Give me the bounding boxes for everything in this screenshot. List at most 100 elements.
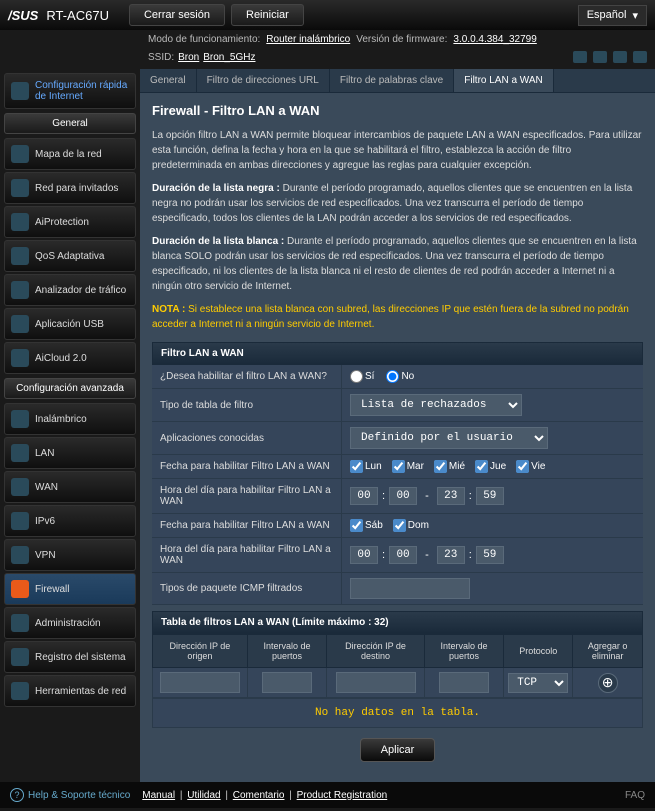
ssid-bar: SSID: Bron Bron_5GHz xyxy=(0,49,655,69)
usb-icon xyxy=(11,315,29,333)
help-support[interactable]: ? Help & Soporte técnico xyxy=(10,788,130,802)
radio-no[interactable]: No xyxy=(386,370,414,383)
footer-links: Manual | Utilidad | Comentario | Product… xyxy=(140,790,389,801)
ssid-label: SSID: xyxy=(148,52,174,63)
logout-button[interactable]: Cerrar sesión xyxy=(129,4,225,26)
icmp-input[interactable] xyxy=(350,578,470,599)
mode-link[interactable]: Router inalámbrico xyxy=(266,34,350,45)
ssid-2[interactable]: Bron_5GHz xyxy=(203,52,255,63)
speedometer-icon xyxy=(11,247,29,265)
status-icon xyxy=(573,51,587,63)
time2-h2[interactable] xyxy=(437,546,465,564)
question-icon: ? xyxy=(10,788,24,802)
sidebar-item-aiprotection[interactable]: AiProtection xyxy=(4,206,136,238)
link-feedback[interactable]: Comentario xyxy=(233,790,285,801)
time-h2[interactable] xyxy=(437,487,465,505)
link-registration[interactable]: Product Registration xyxy=(297,790,388,801)
sidebar-item-guest-network[interactable]: Red para invitados xyxy=(4,172,136,204)
tab-keyword-filter[interactable]: Filtro de palabras clave xyxy=(330,69,454,92)
check-thu[interactable]: Jue xyxy=(475,460,506,473)
table-input-row: TCP ⊕ xyxy=(153,668,643,698)
check-fri[interactable]: Vie xyxy=(516,460,545,473)
mode-label: Modo de funcionamiento: xyxy=(148,34,260,45)
status-icon xyxy=(633,51,647,63)
dst-ip-input[interactable] xyxy=(336,672,416,693)
protocol-select[interactable]: TCP xyxy=(508,673,568,693)
add-button[interactable]: ⊕ xyxy=(598,673,618,693)
col-src-port: Intervalo de puertos xyxy=(247,635,326,668)
table-section-header: Tabla de filtros LAN a WAN (Límite máxim… xyxy=(152,611,643,634)
col-action: Agregar o eliminar xyxy=(573,635,643,668)
sidebar-item-qos[interactable]: QoS Adaptativa xyxy=(4,240,136,272)
sidebar-section-advanced: Configuración avanzada xyxy=(4,378,136,399)
sidebar-item-lan[interactable]: LAN xyxy=(4,437,136,469)
time-h1[interactable] xyxy=(350,487,378,505)
description: La opción filtro LAN a WAN permite bloqu… xyxy=(152,128,643,173)
known-apps-select[interactable]: Definido por el usuario xyxy=(350,427,548,449)
fw-label: Versión de firmware: xyxy=(356,34,447,45)
time2-m1[interactable] xyxy=(389,546,417,564)
check-tue[interactable]: Mar xyxy=(392,460,424,473)
link-manual[interactable]: Manual xyxy=(142,790,175,801)
language-selector[interactable]: Español ▾ xyxy=(578,5,647,26)
faq-link[interactable]: FAQ xyxy=(625,790,645,801)
sidebar-item-vpn[interactable]: VPN xyxy=(4,539,136,571)
ssid-1[interactable]: Bron xyxy=(178,52,199,63)
sidebar-item-label: Mapa de la red xyxy=(35,149,102,160)
sidebar-item-label: Inalámbrico xyxy=(35,414,87,425)
top-header: /SUS RT-AC67U Cerrar sesión Reiniciar Es… xyxy=(0,0,655,30)
sidebar-item-firewall[interactable]: Firewall xyxy=(4,573,136,605)
sidebar-item-wan[interactable]: WAN xyxy=(4,471,136,503)
sidebar-item-label: WAN xyxy=(35,482,58,493)
time2-h1[interactable] xyxy=(350,546,378,564)
enable-label: ¿Desea habilitar el filtro LAN a WAN? xyxy=(152,365,342,388)
filter-table: Dirección IP de origen Intervalo de puer… xyxy=(152,634,643,698)
fw-link[interactable]: 3.0.0.4.384_32799 xyxy=(453,34,536,45)
sidebar-item-label: Aplicación USB xyxy=(35,319,104,330)
wan-icon xyxy=(11,478,29,496)
sidebar-item-ipv6[interactable]: IPv6 xyxy=(4,505,136,537)
src-port-input[interactable] xyxy=(262,672,312,693)
sidebar-item-label: VPN xyxy=(35,550,56,561)
check-wed[interactable]: Mié xyxy=(434,460,465,473)
link-utility[interactable]: Utilidad xyxy=(187,790,220,801)
sidebar-item-label: Registro del sistema xyxy=(35,652,126,663)
dst-port-input[interactable] xyxy=(439,672,489,693)
src-ip-input[interactable] xyxy=(160,672,240,693)
time-weekend-label: Hora del día para habilitar Filtro LAN a… xyxy=(152,538,342,572)
sidebar-item-network-tools[interactable]: Herramientas de red xyxy=(4,675,136,707)
note-text: NOTA : Si establece una lista blanca con… xyxy=(152,302,643,332)
whitelist-desc: Duración de la lista blanca : Durante el… xyxy=(152,234,643,294)
radio-yes[interactable]: Sí xyxy=(350,370,374,383)
sidebar-item-aicloud[interactable]: AiCloud 2.0 xyxy=(4,342,136,374)
time-m2[interactable] xyxy=(476,487,504,505)
time-m1[interactable] xyxy=(389,487,417,505)
form-section-header: Filtro LAN a WAN xyxy=(152,342,643,365)
sidebar-quick-setup[interactable]: Configuración rápida de Internet xyxy=(4,73,136,109)
check-sun[interactable]: Dom xyxy=(393,519,429,532)
apply-button[interactable]: Aplicar xyxy=(360,738,436,762)
sidebar-item-network-map[interactable]: Mapa de la red xyxy=(4,138,136,170)
tools-icon xyxy=(11,682,29,700)
sidebar-item-system-log[interactable]: Registro del sistema xyxy=(4,641,136,673)
sidebar-item-label: Red para invitados xyxy=(35,183,118,194)
check-mon[interactable]: Lun xyxy=(350,460,382,473)
page-title: Firewall - Filtro LAN a WAN xyxy=(152,103,643,118)
sidebar-item-traffic-analyzer[interactable]: Analizador de tráfico xyxy=(4,274,136,306)
check-sat[interactable]: Sáb xyxy=(350,519,383,532)
tab-general[interactable]: General xyxy=(140,69,197,92)
sidebar-item-administration[interactable]: Administración xyxy=(4,607,136,639)
sidebar-item-usb-app[interactable]: Aplicación USB xyxy=(4,308,136,340)
time2-m2[interactable] xyxy=(476,546,504,564)
sidebar-item-wireless[interactable]: Inalámbrico xyxy=(4,403,136,435)
filter-type-select[interactable]: Lista de rechazados xyxy=(350,394,522,416)
tab-url-filter[interactable]: Filtro de direcciones URL xyxy=(197,69,330,92)
content-area: General Filtro de direcciones URL Filtro… xyxy=(140,69,655,782)
col-protocol: Protocolo xyxy=(504,635,573,668)
tab-lan-wan-filter[interactable]: Filtro LAN a WAN xyxy=(454,69,554,92)
chart-icon xyxy=(11,281,29,299)
reboot-button[interactable]: Reiniciar xyxy=(231,4,304,26)
wifi-icon xyxy=(11,410,29,428)
info-bar: Modo de funcionamiento: Router inalámbri… xyxy=(0,30,655,49)
footer: ? Help & Soporte técnico Manual | Utilid… xyxy=(0,782,655,808)
